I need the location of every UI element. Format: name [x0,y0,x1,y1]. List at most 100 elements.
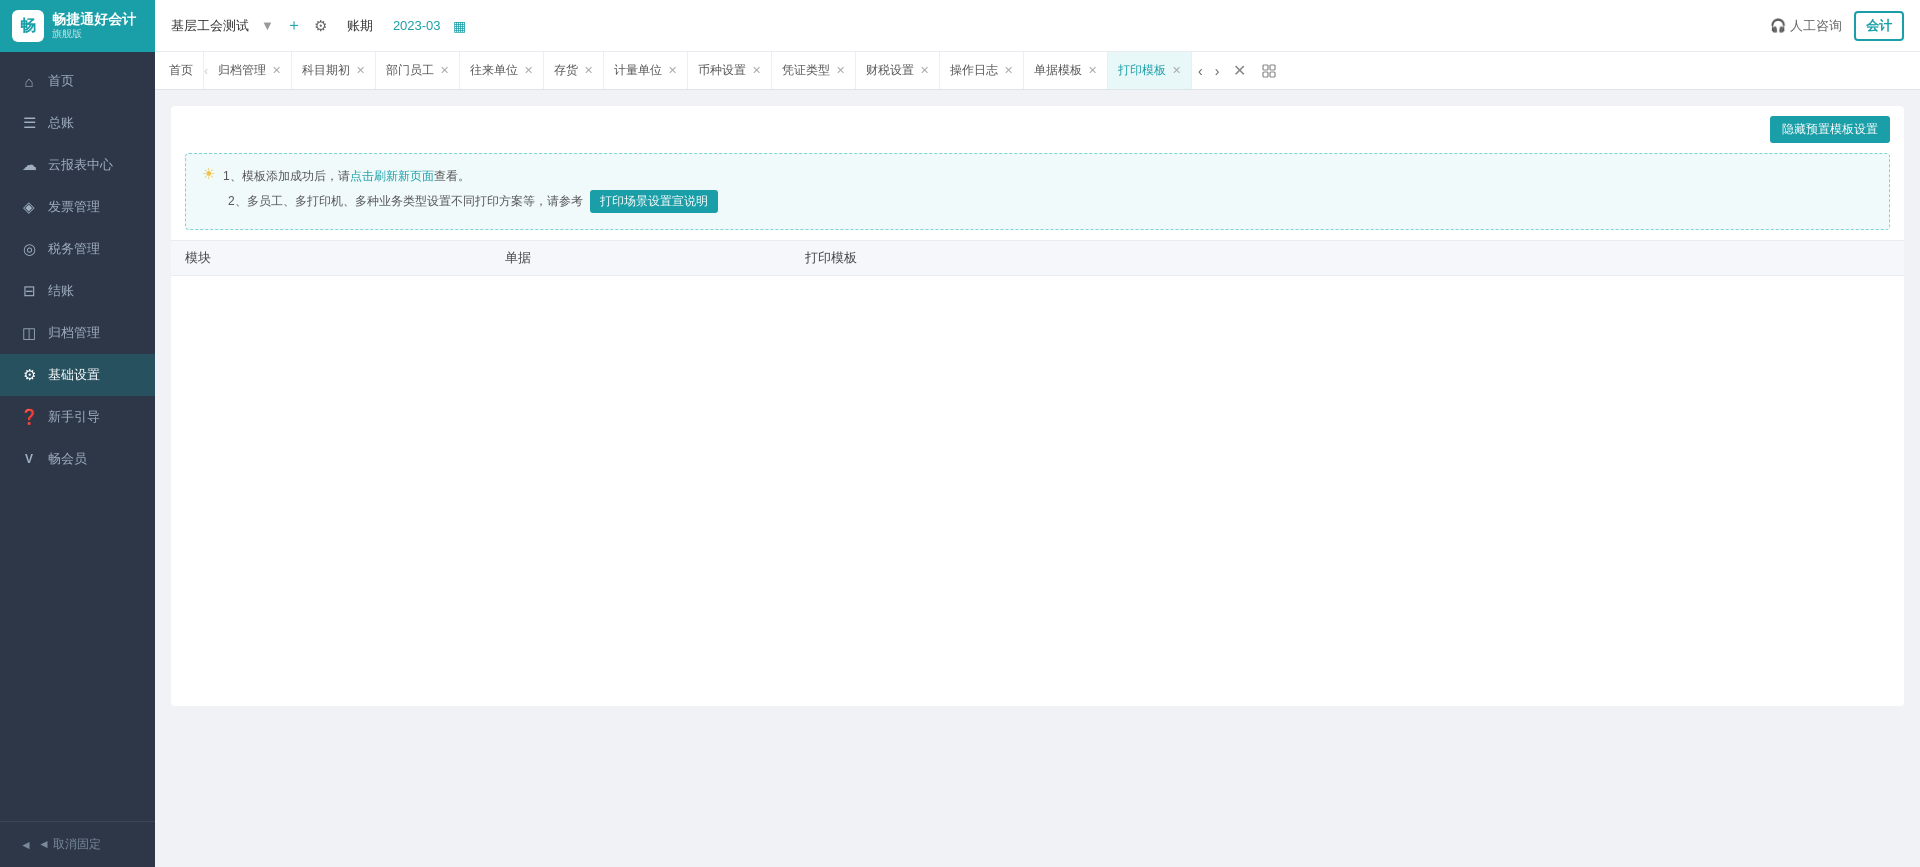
tab-singletemplate[interactable]: 单据模板 ✕ [1024,52,1108,90]
hide-preview-container: 隐藏预置模板设置 [171,106,1904,143]
table-body [171,276,1904,676]
settings-icon: ⚙ [20,366,38,384]
sidebar-unpin-button[interactable]: ◄ ◄ 取消固定 [0,821,155,867]
tabs-expand-button[interactable] [1254,52,1284,90]
tab-close-icon[interactable]: ✕ [584,64,593,77]
tab-label: 计量单位 [614,62,662,79]
tab-dept[interactable]: 部门员工 ✕ [376,52,460,90]
col-template-header: 打印模板 [805,249,1890,267]
tab-close-icon[interactable]: ✕ [524,64,533,77]
logo-icon: 畅 [12,10,44,42]
service-label: 人工咨询 [1790,17,1842,35]
svg-rect-0 [1263,65,1268,70]
sidebar-item-home[interactable]: ⌂ 首页 [0,60,155,102]
bulb-icon: ☀ [202,165,215,183]
tab-close-icon[interactable]: ✕ [1088,64,1097,77]
tab-label: 科目期初 [302,62,350,79]
unpin-icon: ◄ [20,838,32,852]
cloud-icon: ☁ [20,156,38,174]
tab-label: 单据模板 [1034,62,1082,79]
tab-label: 首页 [169,62,193,79]
tab-subject[interactable]: 科目期初 ✕ [292,52,376,90]
tab-close-icon[interactable]: ✕ [752,64,761,77]
sidebar: 畅 畅捷通好会计 旗舰版 ⌂ 首页 ☰ 总账 ☁ 云报表中心 ◈ 发票管理 ◎ … [0,0,155,867]
sidebar-logo: 畅 畅捷通好会计 旗舰版 [0,0,155,52]
tabs-close-all-button[interactable]: ✕ [1225,52,1254,90]
tab-close-icon[interactable]: ✕ [1004,64,1013,77]
tabs-next-button[interactable]: › [1209,52,1226,90]
sidebar-item-label: 发票管理 [48,198,100,216]
tab-currency[interactable]: 币种设置 ✕ [688,52,772,90]
tab-label: 往来单位 [470,62,518,79]
svg-rect-2 [1263,72,1268,77]
tab-close-icon[interactable]: ✕ [272,64,281,77]
sidebar-item-invoice[interactable]: ◈ 发票管理 [0,186,155,228]
refresh-link[interactable]: 点击刷新新页面 [350,169,434,183]
sidebar-item-ledger[interactable]: ☰ 总账 [0,102,155,144]
calendar-icon[interactable]: ▦ [453,18,466,34]
sidebar-item-label: 归档管理 [48,324,100,342]
tab-close-icon[interactable]: ✕ [1172,64,1181,77]
tab-close-icon[interactable]: ✕ [920,64,929,77]
topbar-right: 🎧 人工咨询 会计 [1770,11,1904,41]
notice-box: ☀ 1、模板添加成功后，请点击刷新新页面查看。 2、多员工、多打印机、多种业务类… [185,153,1890,230]
tab-label: 打印模板 [1118,62,1166,79]
sidebar-item-label: 基础设置 [48,366,100,384]
tab-voucher[interactable]: 凭证类型 ✕ [772,52,856,90]
notice-text-1: 1、模板添加成功后，请点击刷新新页面查看。 [223,166,470,186]
tab-label: 币种设置 [698,62,746,79]
tab-label: 操作日志 [950,62,998,79]
sidebar-item-label: 首页 [48,72,74,90]
period-value: 2023-03 [393,18,441,33]
period-label: 账期 [347,17,373,35]
member-icon: V [20,452,38,466]
notice-row-2: 2、多员工、多打印机、多种业务类型设置不同打印方案等，请参考 打印场景设置宣说明 [228,190,1873,213]
sidebar-item-label: 畅会员 [48,450,87,468]
tab-unit[interactable]: 计量单位 ✕ [604,52,688,90]
sidebar-item-tax[interactable]: ◎ 税务管理 [0,228,155,270]
main-area: 基层工会测试 ▼ ＋ ⚙ 账期 2023-03 ▦ 🎧 人工咨询 会计 首页 ‹… [155,0,1920,867]
tab-home[interactable]: 首页 [159,52,204,90]
kuaiji-button[interactable]: 会计 [1854,11,1904,41]
tab-partner[interactable]: 往来单位 ✕ [460,52,544,90]
col-doc-header: 单据 [505,249,805,267]
sidebar-item-guide[interactable]: ❓ 新手引导 [0,396,155,438]
tabs-prev-button[interactable]: ‹ [1192,52,1209,90]
invoice-icon: ◈ [20,198,38,216]
add-tab-button[interactable]: ＋ [286,15,302,36]
tab-close-icon[interactable]: ✕ [356,64,365,77]
company-dropdown-icon[interactable]: ▼ [261,18,274,33]
sidebar-item-label: 税务管理 [48,240,100,258]
sidebar-item-member[interactable]: V 畅会员 [0,438,155,480]
tab-label: 部门员工 [386,62,434,79]
archive-icon: ◫ [20,324,38,342]
tabs-bar: 首页 ‹ 归档管理 ✕ 科目期初 ✕ 部门员工 ✕ 往来单位 ✕ 存货 ✕ 计量… [155,52,1920,90]
tab-label: 财税设置 [866,62,914,79]
col-module-header: 模块 [185,249,505,267]
tab-close-icon[interactable]: ✕ [836,64,845,77]
sidebar-item-closing[interactable]: ⊟ 结账 [0,270,155,312]
print-scene-button[interactable]: 打印场景设置宣说明 [590,190,718,213]
tab-printtemplate[interactable]: 打印模板 ✕ [1108,52,1192,90]
sidebar-item-label: 新手引导 [48,408,100,426]
hide-preview-button[interactable]: 隐藏预置模板设置 [1770,116,1890,143]
guide-icon: ❓ [20,408,38,426]
sidebar-item-reports[interactable]: ☁ 云报表中心 [0,144,155,186]
tab-inventory[interactable]: 存货 ✕ [544,52,604,90]
tab-close-icon[interactable]: ✕ [668,64,677,77]
logo-text: 畅捷通好会计 旗舰版 [52,11,136,42]
headphone-icon: 🎧 [1770,18,1786,33]
svg-rect-1 [1270,65,1275,70]
service-button[interactable]: 🎧 人工咨询 [1770,17,1842,35]
tab-oplog[interactable]: 操作日志 ✕ [940,52,1024,90]
content-inner: 隐藏预置模板设置 ☀ 1、模板添加成功后，请点击刷新新页面查看。 2、多员工、多… [171,106,1904,706]
sidebar-footer-label: ◄ 取消固定 [38,836,101,853]
tab-label: 凭证类型 [782,62,830,79]
tab-close-icon[interactable]: ✕ [440,64,449,77]
tab-taxsettings[interactable]: 财税设置 ✕ [856,52,940,90]
tax-icon: ◎ [20,240,38,258]
sidebar-item-settings[interactable]: ⚙ 基础设置 [0,354,155,396]
topbar-settings-icon[interactable]: ⚙ [314,17,327,35]
tab-archive[interactable]: 归档管理 ✕ [208,52,292,90]
sidebar-item-archive[interactable]: ◫ 归档管理 [0,312,155,354]
